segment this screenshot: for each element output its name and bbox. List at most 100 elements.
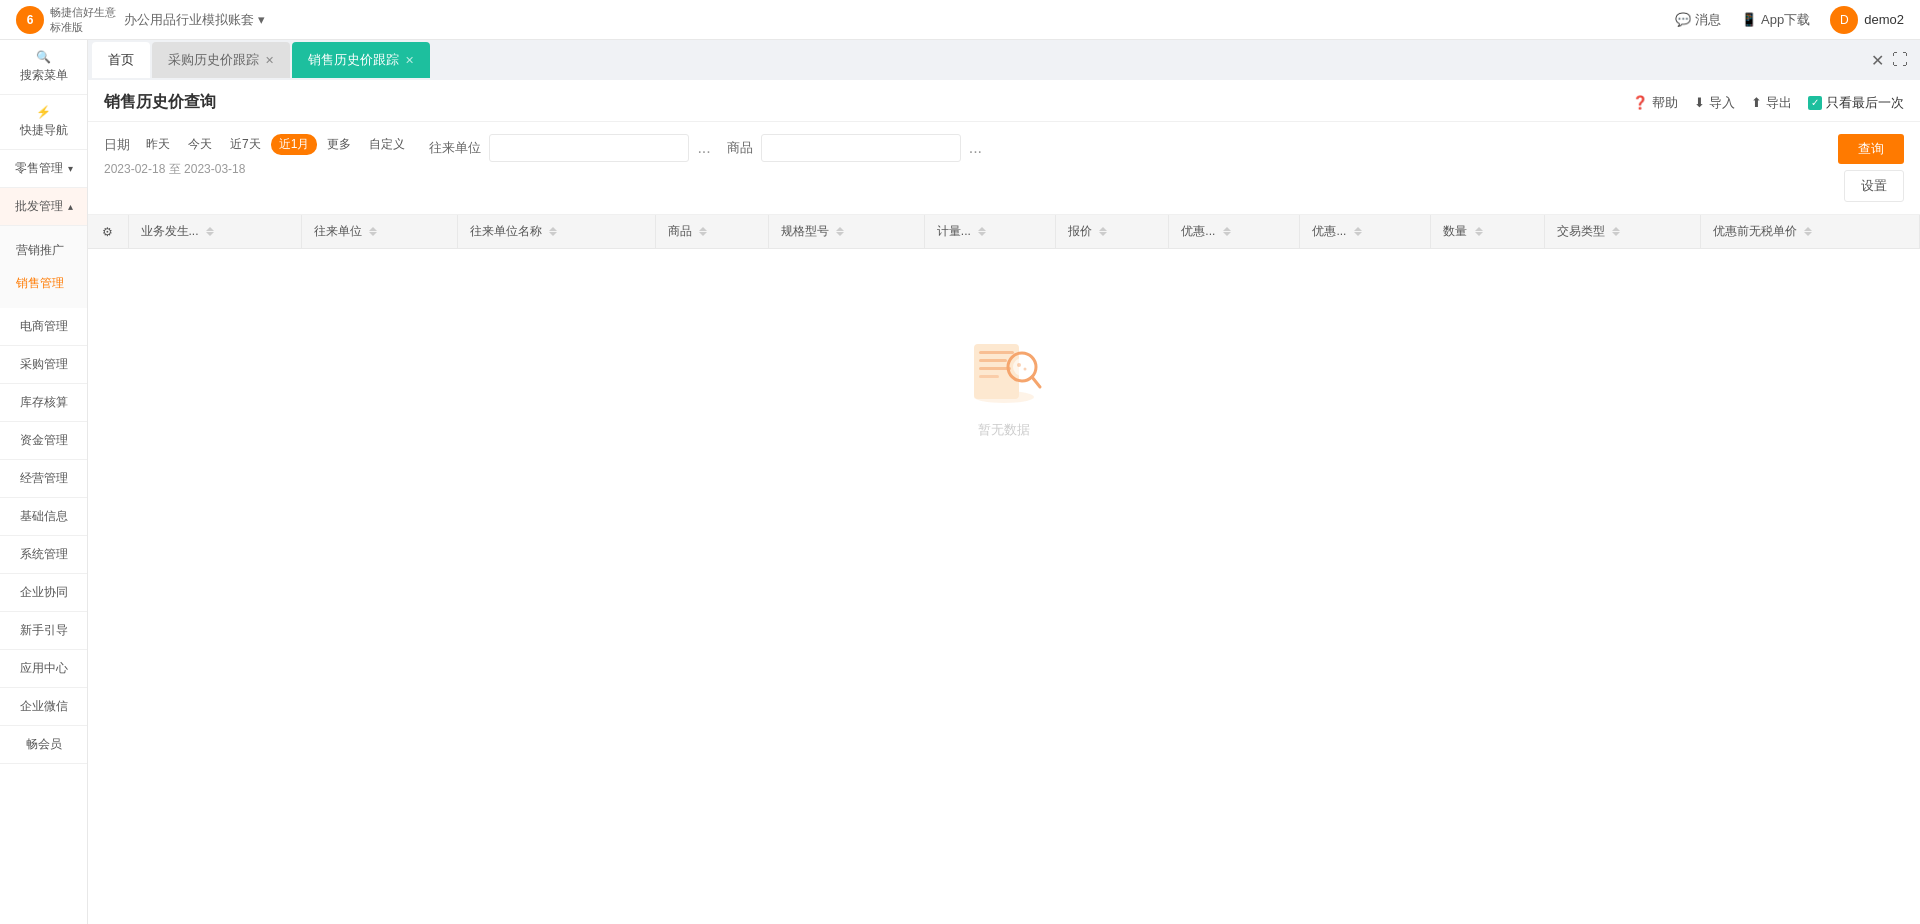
table-col-partner-code[interactable]: 往来单位: [301, 215, 457, 249]
only-last-checkbox-area[interactable]: ✓ 只看最后一次: [1808, 94, 1904, 112]
svg-rect-3: [979, 359, 1007, 362]
tabs-right: ✕ ⛶: [1871, 51, 1916, 70]
empty-text: 暂无数据: [978, 421, 1030, 439]
svg-rect-4: [979, 367, 1011, 370]
table-col-quantity[interactable]: 数量: [1431, 215, 1544, 249]
import-icon: ⬇: [1694, 95, 1705, 110]
tab-close-sales[interactable]: ✕: [405, 54, 414, 67]
sidebar-item-retail-mgmt[interactable]: 零售管理 ▾: [0, 150, 87, 188]
user-area[interactable]: D demo2: [1830, 6, 1904, 34]
table-col-discount1[interactable]: 优惠...: [1169, 215, 1300, 249]
breadcrumb: 办公用品行业模拟账套 ▾: [124, 11, 265, 29]
sort-icon-spec: [836, 227, 844, 236]
sidebar-sub-wholesale: 营销推广 销售管理: [0, 226, 87, 308]
sidebar-item-finance[interactable]: 资金管理: [0, 422, 87, 460]
tab-home[interactable]: 首页: [92, 42, 150, 78]
only-last-checkbox[interactable]: ✓: [1808, 96, 1822, 110]
sidebar: 🔍 搜索菜单 ⚡ 快捷导航 零售管理 ▾ 批发管理 ▴ 营销推广 销售管理 电商…: [0, 40, 88, 924]
product-more-icon[interactable]: ...: [969, 139, 982, 157]
tabs-bar: 首页 采购历史价跟踪 ✕ 销售历史价跟踪 ✕ ✕ ⛶: [88, 40, 1920, 80]
sidebar-item-membership[interactable]: 畅会员: [0, 726, 87, 764]
sidebar-item-wholesale-mgmt[interactable]: 批发管理 ▴: [0, 188, 87, 226]
svg-line-8: [1032, 377, 1040, 387]
empty-illustration: [954, 329, 1054, 409]
partner-filter-group: 往来单位 ...: [429, 134, 710, 162]
empty-state: 暂无数据: [88, 249, 1920, 519]
date-range-display: 2023-02-18 至 2023-03-18: [104, 161, 413, 178]
maximize-button[interactable]: ⛶: [1892, 51, 1908, 69]
sidebar-item-inventory[interactable]: 库存核算: [0, 384, 87, 422]
page-header: 销售历史价查询 ❓ 帮助 ⬇ 导入 ⬆ 导出 ✓: [88, 80, 1920, 122]
tab-sales-history[interactable]: 销售历史价跟踪 ✕: [292, 42, 430, 78]
query-button[interactable]: 查询: [1838, 134, 1904, 164]
export-icon: ⬆: [1751, 95, 1762, 110]
avatar: D: [1830, 6, 1858, 34]
app-download-button[interactable]: 📱 App下载: [1741, 11, 1810, 29]
sidebar-item-ecommerce[interactable]: 电商管理: [0, 308, 87, 346]
sidebar-item-search-menu[interactable]: 🔍 搜索菜单: [0, 40, 87, 95]
sidebar-item-sales-mgmt[interactable]: 销售管理: [0, 267, 87, 300]
chevron-down-icon: ▾: [68, 163, 73, 174]
table-header: ⚙ 业务发生... 往来单位: [88, 215, 1920, 249]
tab-purchase-history[interactable]: 采购历史价跟踪 ✕: [152, 42, 290, 78]
export-button[interactable]: ⬆ 导出: [1751, 94, 1792, 112]
message-button[interactable]: 💬 消息: [1675, 11, 1721, 29]
table-col-discount2[interactable]: 优惠...: [1300, 215, 1431, 249]
table-col-spec[interactable]: 规格型号: [769, 215, 925, 249]
header-left: 6 畅捷信好生意 标准版 办公用品行业模拟账套 ▾: [16, 5, 265, 34]
product-input[interactable]: [761, 134, 961, 162]
sort-icon-partner-code: [369, 227, 377, 236]
table-col-price[interactable]: 报价: [1055, 215, 1168, 249]
date-btn-1month[interactable]: 近1月: [271, 134, 318, 155]
app-download-icon: 📱: [1741, 12, 1757, 27]
top-header: 6 畅捷信好生意 标准版 办公用品行业模拟账套 ▾ 💬 消息 📱 App下载 D…: [0, 0, 1920, 40]
sort-icon-trade-type: [1612, 227, 1620, 236]
date-filter-group: 日期 昨天 今天 近7天 近1月 更多 自定义: [104, 134, 413, 155]
sidebar-item-enterprise[interactable]: 企业协同: [0, 574, 87, 612]
table-col-pretax-price[interactable]: 优惠前无税单价: [1700, 215, 1919, 249]
table-col-partner-name[interactable]: 往来单位名称: [457, 215, 655, 249]
table-col-unit[interactable]: 计量...: [924, 215, 1055, 249]
close-tab-button[interactable]: ✕: [1871, 51, 1884, 70]
sort-icon-price: [1099, 227, 1107, 236]
breadcrumb-dropdown[interactable]: ▾: [258, 12, 265, 27]
table-col-biz-date[interactable]: 业务发生...: [128, 215, 301, 249]
sidebar-item-guide[interactable]: 新手引导: [0, 612, 87, 650]
sidebar-item-purchase-mgmt[interactable]: 采购管理: [0, 346, 87, 384]
sidebar-item-app-center[interactable]: 应用中心: [0, 650, 87, 688]
sort-icon-pretax-price: [1804, 227, 1812, 236]
sidebar-item-system[interactable]: 系统管理: [0, 536, 87, 574]
date-btn-custom[interactable]: 自定义: [361, 134, 413, 155]
logo-icon: 6: [16, 6, 44, 34]
sidebar-item-marketing[interactable]: 营销推广: [0, 234, 87, 267]
sort-icon-quantity: [1475, 227, 1483, 236]
help-icon: ❓: [1632, 95, 1648, 110]
header-right: 💬 消息 📱 App下载 D demo2: [1675, 6, 1904, 34]
sort-icon-unit: [978, 227, 986, 236]
settings-button[interactable]: 设置: [1844, 170, 1904, 202]
date-btn-more[interactable]: 更多: [319, 134, 359, 155]
svg-point-10: [1024, 368, 1027, 371]
sidebar-item-business-mgmt[interactable]: 经营管理: [0, 460, 87, 498]
sidebar-item-basic-info[interactable]: 基础信息: [0, 498, 87, 536]
table-col-trade-type[interactable]: 交易类型: [1544, 215, 1700, 249]
sort-icon-discount2: [1354, 227, 1362, 236]
page-content: 销售历史价查询 ❓ 帮助 ⬇ 导入 ⬆ 导出 ✓: [88, 80, 1920, 924]
content-area: 首页 采购历史价跟踪 ✕ 销售历史价跟踪 ✕ ✕ ⛶ 销售历史价查询: [88, 40, 1920, 924]
table-col-product[interactable]: 商品: [655, 215, 768, 249]
import-button[interactable]: ⬇ 导入: [1694, 94, 1735, 112]
help-button[interactable]: ❓ 帮助: [1632, 94, 1678, 112]
date-btn-today[interactable]: 今天: [180, 134, 220, 155]
partner-more-icon[interactable]: ...: [697, 139, 710, 157]
sidebar-item-wechat[interactable]: 企业微信: [0, 688, 87, 726]
tab-close-purchase[interactable]: ✕: [265, 54, 274, 67]
date-btn-7days[interactable]: 近7天: [222, 134, 269, 155]
filter-area: 日期 昨天 今天 近7天 近1月 更多 自定义 2023-02-18 至 202…: [88, 122, 1920, 215]
sort-icon-partner-name: [549, 227, 557, 236]
logo-text: 畅捷信好生意 标准版: [50, 5, 116, 34]
table-col-settings[interactable]: ⚙: [88, 215, 128, 249]
partner-input[interactable]: [489, 134, 689, 162]
sidebar-item-quick-nav[interactable]: ⚡ 快捷导航: [0, 95, 87, 150]
date-btn-yesterday[interactable]: 昨天: [138, 134, 178, 155]
product-label: 商品: [727, 139, 753, 157]
